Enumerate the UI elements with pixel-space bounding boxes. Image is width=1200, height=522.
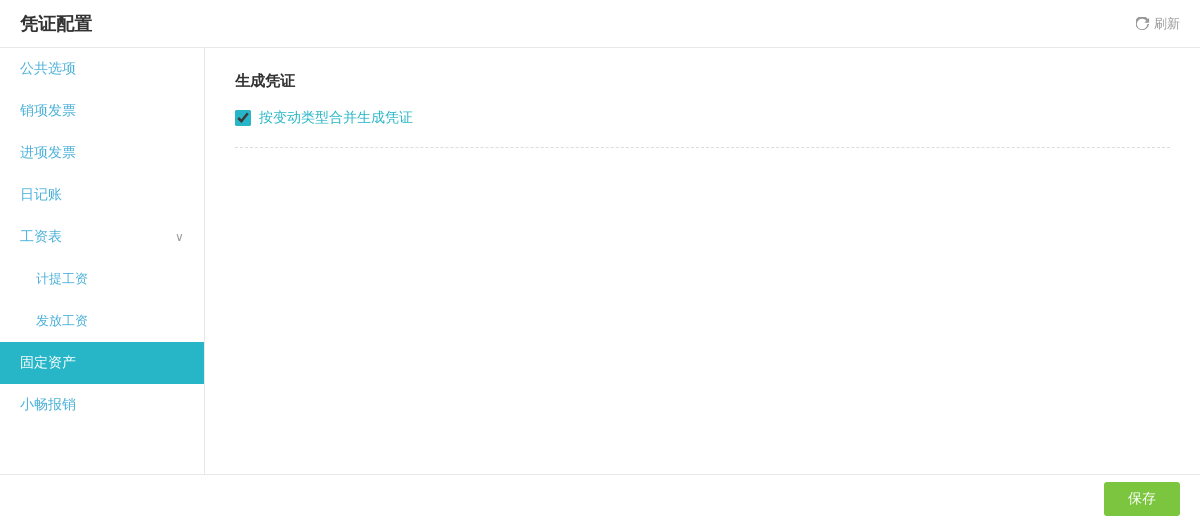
sidebar-item-accrual[interactable]: 计提工资 — [0, 258, 204, 300]
chevron-down-icon: ∨ — [175, 230, 184, 244]
sidebar-item-purchase_invoice[interactable]: 进项发票 — [0, 132, 204, 174]
sidebar-item-journal[interactable]: 日记账 — [0, 174, 204, 216]
refresh-label: 刷新 — [1154, 15, 1180, 33]
sidebar-item-label: 工资表 — [20, 228, 62, 246]
refresh-button[interactable]: 刷新 — [1136, 15, 1180, 33]
sidebar-item-expense[interactable]: 小畅报销 — [0, 384, 204, 426]
sidebar-item-label: 公共选项 — [20, 60, 76, 78]
sidebar-item-fixed_assets[interactable]: 固定资产 — [0, 342, 204, 384]
checkbox-row: 按变动类型合并生成凭证 — [235, 109, 1170, 127]
sidebar-item-payroll[interactable]: 工资表 ∨ — [0, 216, 204, 258]
page-title: 凭证配置 — [20, 12, 92, 36]
checkbox-label: 按变动类型合并生成凭证 — [259, 109, 413, 127]
sidebar-item-label: 销项发票 — [20, 102, 76, 120]
save-button[interactable]: 保存 — [1104, 482, 1180, 516]
merge-checkbox[interactable] — [235, 110, 251, 126]
header: 凭证配置 刷新 — [0, 0, 1200, 48]
sidebar-item-payment[interactable]: 发放工资 — [0, 300, 204, 342]
main-content: 生成凭证 按变动类型合并生成凭证 — [205, 48, 1200, 474]
footer: 保存 — [0, 474, 1200, 522]
main-layout: 公共选项销项发票进项发票日记账工资表 ∨ 计提工资发放工资固定资产小畅报销 生成凭证… — [0, 48, 1200, 474]
sidebar: 公共选项销项发票进项发票日记账工资表 ∨ 计提工资发放工资固定资产小畅报销 — [0, 48, 205, 474]
sidebar-item-label: 固定资产 — [20, 354, 76, 372]
sidebar-item-sales_invoice[interactable]: 销项发票 — [0, 90, 204, 132]
sidebar-item-label: 日记账 — [20, 186, 62, 204]
section-title: 生成凭证 — [235, 72, 1170, 91]
sidebar-item-label: 计提工资 — [36, 270, 88, 288]
sidebar-item-label: 小畅报销 — [20, 396, 76, 414]
sidebar-item-public[interactable]: 公共选项 — [0, 48, 204, 90]
sidebar-item-label: 进项发票 — [20, 144, 76, 162]
sidebar-item-label: 发放工资 — [36, 312, 88, 330]
divider — [235, 147, 1170, 148]
refresh-icon — [1136, 17, 1150, 31]
